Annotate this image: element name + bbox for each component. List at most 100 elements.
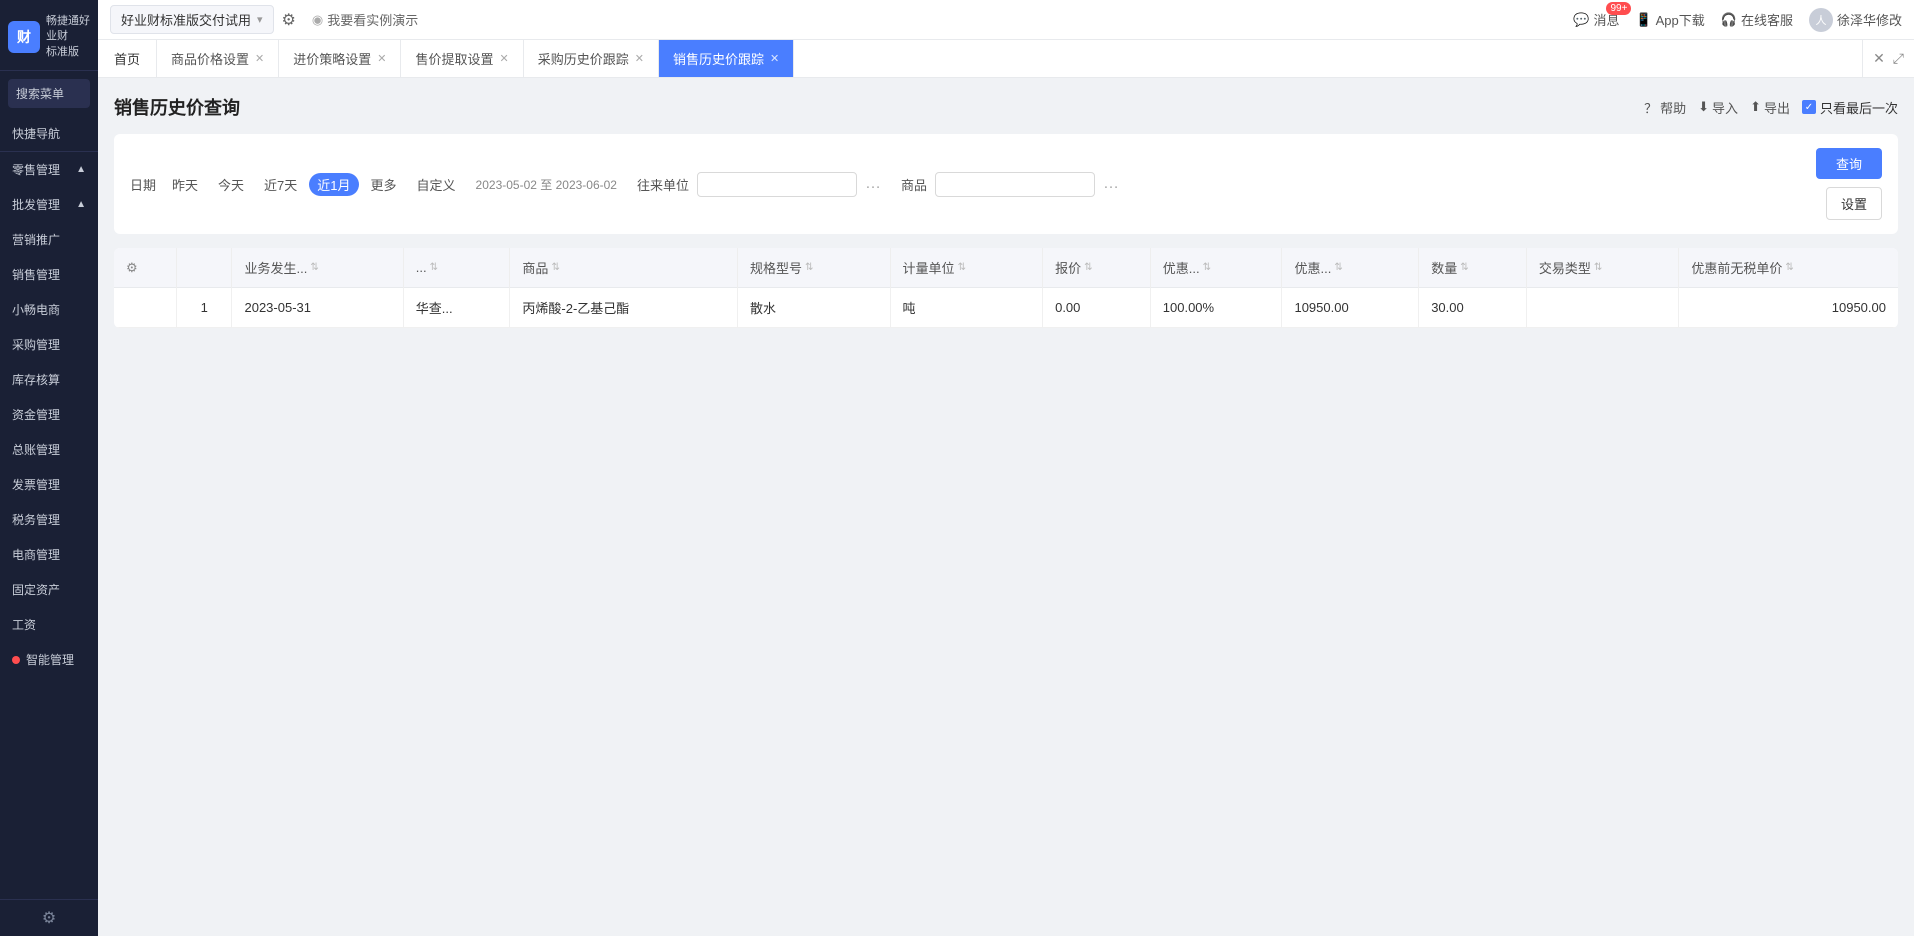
help-label: 帮助	[1660, 98, 1686, 117]
page-actions: ？ 帮助 ⬇ 导入 ⬆ 导出 ✓ 只看最后一次	[1644, 98, 1898, 117]
tab-sale-extract[interactable]: 售价提取设置 ✕	[401, 40, 523, 77]
sidebar-item-sales[interactable]: 销售管理	[0, 257, 98, 292]
product-input[interactable]	[935, 172, 1095, 197]
import-icon: ⬇	[1698, 99, 1709, 115]
col-discount-pct-header[interactable]: 优惠...⇅	[1150, 248, 1282, 288]
user-menu-button[interactable]: 人 徐泽华修改	[1809, 8, 1902, 32]
sidebar-item-purchase[interactable]: 采购管理	[0, 327, 98, 362]
user-avatar: 人	[1809, 8, 1833, 32]
user-name: 徐泽华修改	[1837, 10, 1902, 29]
tab-spacer	[794, 40, 1862, 77]
table-gear-icon[interactable]: ⚙	[126, 260, 138, 275]
sidebar-item-marketing[interactable]: 营销推广	[0, 222, 98, 257]
app-download-button[interactable]: 📱 App下载	[1635, 10, 1704, 29]
sidebar-item-wholesale[interactable]: 批发管理 ▲	[0, 187, 98, 222]
col-bizdate-header[interactable]: 业务发生...⇅	[232, 248, 403, 288]
tab-purchase-history[interactable]: 采购历史价跟踪 ✕	[524, 40, 659, 77]
client-input[interactable]	[697, 172, 857, 197]
ecommerce-small-label: 小畅电商	[12, 301, 60, 318]
ledger-label: 总账管理	[12, 441, 60, 458]
sidebar-item-ecommerce[interactable]: 电商管理	[0, 537, 98, 572]
sidebar-item-ecommerce-small[interactable]: 小畅电商	[0, 292, 98, 327]
cell-bizdate-0: 2023-05-31	[232, 288, 403, 328]
sales-label: 销售管理	[12, 266, 60, 283]
sidebar-item-ledger[interactable]: 总账管理	[0, 432, 98, 467]
inventory-label: 库存核算	[12, 371, 60, 388]
tab-home[interactable]: 首页	[98, 40, 157, 77]
cell-price-0: 0.00	[1043, 288, 1151, 328]
sidebar-nav-section: 零售管理 ▲ 批发管理 ▲ 营销推广 销售管理 小畅电商 采购管理 库存核算 资…	[0, 151, 98, 677]
date-opt-yesterday[interactable]: 昨天	[164, 173, 206, 196]
col-product-header[interactable]: 商品⇅	[510, 248, 738, 288]
sidebar-item-quick-nav[interactable]: 快捷导航	[0, 116, 98, 151]
more-sort-icon: ⇅	[430, 262, 438, 273]
tab-home-label: 首页	[114, 49, 140, 68]
filter-bar: 日期 昨天 今天 近7天 近1月 更多 自定义 2023-05-02 至 202…	[114, 134, 1898, 234]
date-opt-today[interactable]: 今天	[210, 173, 252, 196]
cell-discount-pct-0: 100.00%	[1150, 288, 1282, 328]
message-button[interactable]: 💬 消息 99+	[1573, 10, 1619, 29]
date-opt-more[interactable]: 更多	[363, 173, 405, 196]
module-selector[interactable]: 好业财标准版交付试用 ▾	[110, 5, 274, 34]
discount-amt-sort-icon: ⇅	[1334, 262, 1342, 273]
tab-purchase-strategy-close-icon[interactable]: ✕	[377, 52, 386, 65]
settings-button[interactable]: 设置	[1826, 187, 1882, 220]
tab-sales-history[interactable]: 销售历史价跟踪 ✕	[659, 40, 794, 77]
date-opt-7days[interactable]: 近7天	[256, 173, 305, 196]
col-gear-header[interactable]: ⚙	[114, 248, 176, 288]
help-link[interactable]: ？ 帮助	[1644, 98, 1686, 117]
wholesale-arrow-icon: ▲	[76, 199, 86, 210]
discount-pct-sort-icon: ⇅	[1203, 262, 1211, 273]
tab-sales-history-close-icon[interactable]: ✕	[770, 52, 779, 65]
tab-purchase-strategy[interactable]: 进价策略设置 ✕	[279, 40, 401, 77]
sidebar-item-payroll[interactable]: 工资	[0, 607, 98, 642]
qty-sort-icon: ⇅	[1460, 262, 1468, 273]
search-menu-button[interactable]: 搜索菜单	[8, 79, 90, 108]
sidebar-item-tax[interactable]: 税务管理	[0, 502, 98, 537]
window-maximize-icon[interactable]: ⤢	[1893, 50, 1904, 67]
demo-play-icon: ◉	[312, 12, 323, 28]
col-trade-type-header[interactable]: 交易类型⇅	[1526, 248, 1679, 288]
tab-price[interactable]: 商品价格设置 ✕	[157, 40, 279, 77]
cell-gear-0	[114, 288, 176, 328]
sidebar-item-finance[interactable]: 资金管理	[0, 397, 98, 432]
col-unit-header[interactable]: 计量单位⇅	[890, 248, 1043, 288]
table-body: 1 2023-05-31 华查... 丙烯酸-2-乙基己酯 散水 吨 0.00 …	[114, 288, 1898, 328]
date-opt-1month[interactable]: 近1月	[309, 173, 358, 196]
export-link[interactable]: ⬆ 导出	[1750, 98, 1790, 117]
demo-link[interactable]: ◉ 我要看实例演示	[312, 10, 418, 29]
col-price-header[interactable]: 报价⇅	[1043, 248, 1151, 288]
client-more-icon[interactable]: …	[865, 175, 881, 193]
client-filter-group: 往来单位 …	[637, 172, 881, 197]
sidebar-item-inventory[interactable]: 库存核算	[0, 362, 98, 397]
sidebar-item-smart[interactable]: 智能管理	[0, 642, 98, 677]
import-link[interactable]: ⬇ 导入	[1698, 98, 1738, 117]
topbar-settings-icon[interactable]: ⚙	[282, 10, 296, 30]
col-qty-header[interactable]: 数量⇅	[1419, 248, 1527, 288]
finance-label: 资金管理	[12, 406, 60, 423]
sidebar-item-invoice[interactable]: 发票管理	[0, 467, 98, 502]
product-more-icon[interactable]: …	[1103, 175, 1119, 193]
client-filter-label: 往来单位	[637, 175, 689, 194]
only-last-checkbox-label[interactable]: ✓ 只看最后一次	[1802, 98, 1898, 117]
tab-sale-extract-close-icon[interactable]: ✕	[500, 52, 509, 65]
sidebar-settings-icon[interactable]: ⚙	[42, 908, 56, 928]
online-service-button[interactable]: 🎧 在线客服	[1721, 10, 1793, 29]
sidebar-item-retail[interactable]: 零售管理 ▲	[0, 152, 98, 187]
app-logo-text: 畅捷通好业财 标准版	[46, 14, 90, 60]
data-table: ⚙ 业务发生...⇅ ...⇅ 商品⇅ 规格型号⇅	[114, 248, 1898, 328]
col-discount-amt-header[interactable]: 优惠...⇅	[1282, 248, 1419, 288]
query-button[interactable]: 查询	[1816, 148, 1882, 179]
tab-price-close-icon[interactable]: ✕	[255, 52, 264, 65]
date-opt-custom[interactable]: 自定义	[409, 173, 464, 196]
tab-purchase-history-close-icon[interactable]: ✕	[635, 52, 644, 65]
pretax-sort-icon: ⇅	[1785, 262, 1793, 273]
col-pretax-price-header[interactable]: 优惠前无税单价⇅	[1679, 248, 1898, 288]
sidebar-item-fixed-assets[interactable]: 固定资产	[0, 572, 98, 607]
cell-product-0: 丙烯酸-2-乙基己酯	[510, 288, 738, 328]
col-more-header[interactable]: ...⇅	[403, 248, 510, 288]
window-close-icon[interactable]: ✕	[1873, 50, 1885, 67]
sidebar-logo: 财 畅捷通好业财 标准版	[0, 0, 98, 71]
col-spec-header[interactable]: 规格型号⇅	[738, 248, 891, 288]
cell-spec-0: 散水	[738, 288, 891, 328]
